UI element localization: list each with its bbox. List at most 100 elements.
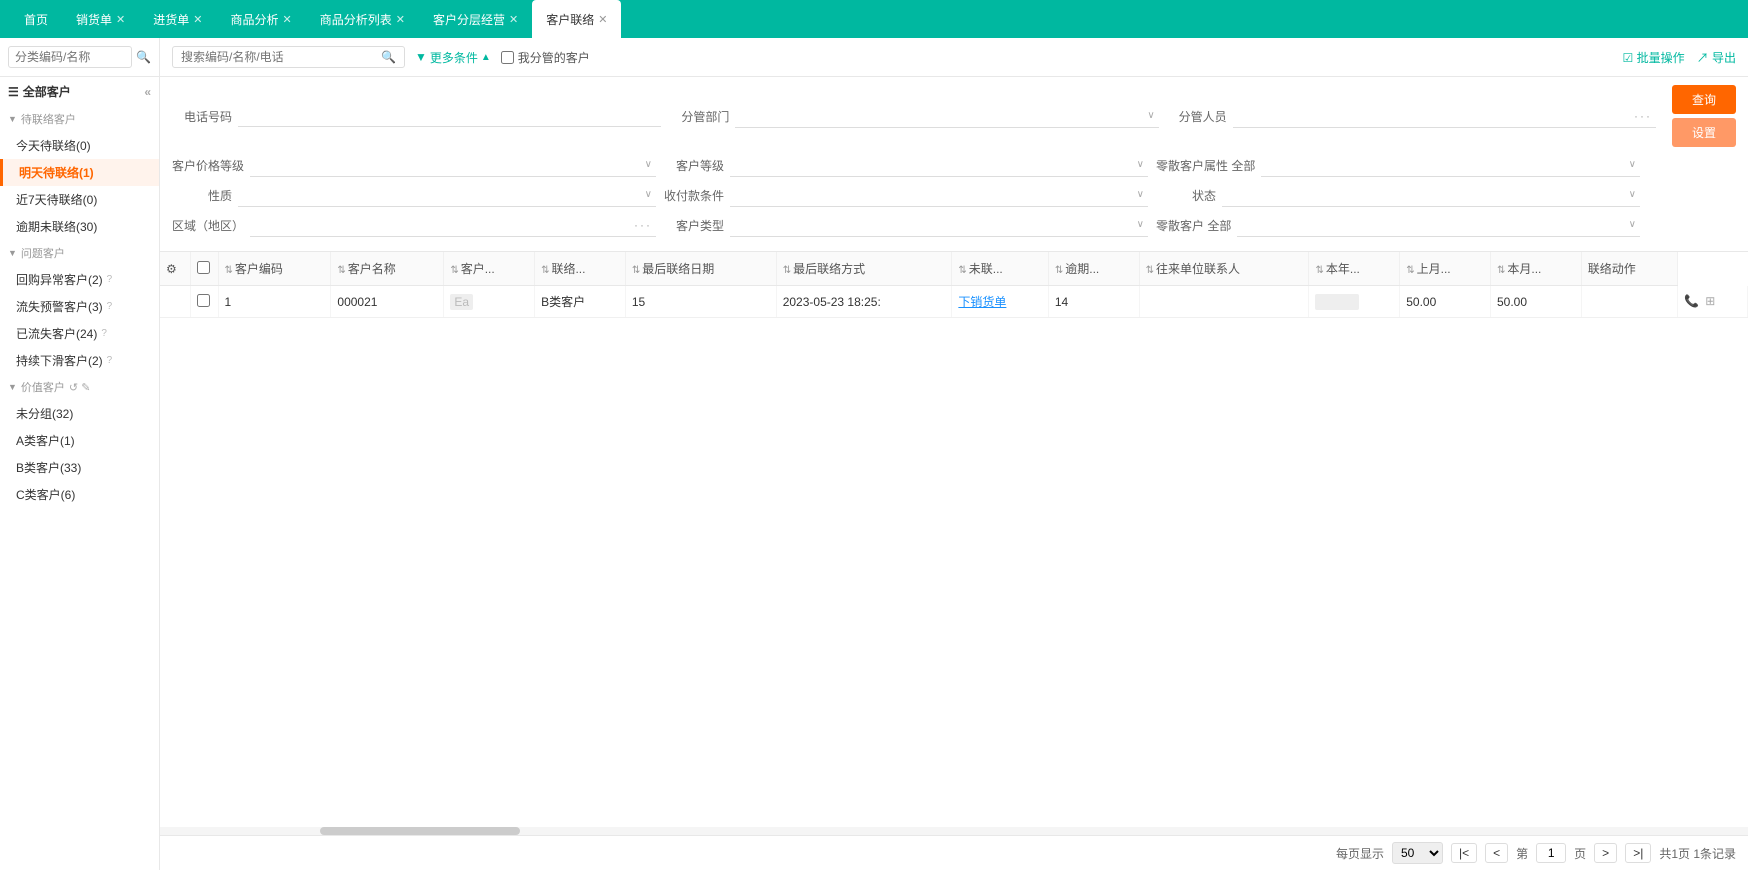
sidebar-item-class-b[interactable]: B类客户(33) xyxy=(0,454,159,481)
col-type: ⇅客户... xyxy=(444,252,535,286)
sidebar-item-overdue[interactable]: 逾期未联络(30) xyxy=(0,213,159,240)
col-action: 联络动作 xyxy=(1581,252,1677,286)
row-checkbox-input[interactable] xyxy=(197,294,210,307)
sparse-attr-select[interactable]: ∨ xyxy=(1261,153,1640,177)
nav-product-analysis[interactable]: 商品分析 ✕ xyxy=(216,0,305,38)
search-input[interactable] xyxy=(181,50,381,64)
close-customer-contact[interactable]: ✕ xyxy=(598,13,607,26)
row-code: 000021 xyxy=(331,286,444,318)
status-chevron-icon: ∨ xyxy=(1629,189,1636,200)
sparse-attr-chevron-icon: ∨ xyxy=(1629,159,1636,170)
nav-customer-contact[interactable]: 客户联络 ✕ xyxy=(532,0,621,38)
phone-input[interactable] xyxy=(238,106,661,127)
sidebar-item-churned[interactable]: 已流失客户(24) ? xyxy=(0,320,159,347)
next-page-button[interactable]: > xyxy=(1594,843,1617,863)
filter-form: 电话号码 分管部门 ∨ 分管人员 ··· xyxy=(160,77,1748,252)
search-icon[interactable]: 🔍 xyxy=(381,50,396,64)
nav-home[interactable]: 首页 xyxy=(10,0,62,38)
right-actions: ☑ 批量操作 ↗ 导出 xyxy=(1623,49,1737,66)
sidebar-item-class-c[interactable]: C类客户(6) xyxy=(0,481,159,508)
help-icon-warning: ? xyxy=(107,301,113,312)
sidebar-search-input[interactable] xyxy=(8,46,132,68)
sparse-customer-select[interactable]: ∨ xyxy=(1237,213,1640,237)
row-checkbox[interactable] xyxy=(190,286,218,318)
action-icon-group: 📞 ⊞ xyxy=(1684,294,1741,308)
nav-purchase-order[interactable]: 进货单 ✕ xyxy=(139,0,216,38)
prev-page-button[interactable]: < xyxy=(1485,843,1508,863)
filter-dept: 分管部门 ∨ xyxy=(669,104,1158,128)
customer-type-select[interactable]: ∨ xyxy=(730,213,1148,237)
select-all-checkbox[interactable] xyxy=(197,261,210,274)
price-grade-label: 客户价格等级 xyxy=(172,157,244,174)
grid-action-icon[interactable]: ⊞ xyxy=(1705,294,1715,308)
query-button[interactable]: 查询 xyxy=(1672,85,1736,114)
filter-row-1: 电话号码 分管部门 ∨ 分管人员 ··· xyxy=(172,85,1736,147)
col-settings[interactable]: ⚙ xyxy=(160,252,190,286)
region-label: 区域（地区） xyxy=(172,217,244,234)
my-customer-checkbox[interactable] xyxy=(501,51,514,64)
per-page-select[interactable]: 50 100 200 xyxy=(1392,842,1443,864)
sidebar-item-today[interactable]: 今天待联络(0) xyxy=(0,132,159,159)
nav-product-analysis-list[interactable]: 商品分析列表 ✕ xyxy=(306,0,419,38)
row-last-month: 50.00 xyxy=(1491,286,1582,318)
close-product-analysis-list[interactable]: ✕ xyxy=(396,13,405,26)
sidebar-collapse-icon[interactable]: « xyxy=(144,85,151,99)
filter-sparse-attr: 零散客户属性 全部 ∨ xyxy=(1156,153,1640,177)
last-page-button[interactable]: >| xyxy=(1625,843,1651,863)
close-product-analysis[interactable]: ✕ xyxy=(283,13,292,26)
col-this-month: ⇅本月... xyxy=(1491,252,1582,286)
search-input-wrap: 🔍 xyxy=(172,46,405,68)
per-page-label: 每页显示 xyxy=(1336,845,1384,862)
payment-select[interactable]: ∨ xyxy=(730,183,1148,207)
sidebar-item-declining[interactable]: 持续下滑客户(2) ? xyxy=(0,347,159,374)
close-purchase-order[interactable]: ✕ xyxy=(193,13,202,26)
close-sales-order[interactable]: ✕ xyxy=(116,13,125,26)
region-select[interactable]: ··· xyxy=(250,213,656,237)
first-page-button[interactable]: |< xyxy=(1451,843,1477,863)
row-action: 📞 ⊞ xyxy=(1678,286,1748,318)
customer-type-label: 客户类型 xyxy=(664,217,724,234)
nav-sales-order[interactable]: 销货单 ✕ xyxy=(62,0,139,38)
scrollbar[interactable] xyxy=(160,827,1748,835)
filter-icon: ▼ xyxy=(415,50,427,64)
manager-select[interactable]: ··· xyxy=(1233,104,1656,128)
sidebar-item-ungrouped[interactable]: 未分组(32) xyxy=(0,400,159,427)
more-filter-button[interactable]: ▼ 更多条件 ▲ xyxy=(415,49,491,66)
page-input[interactable] xyxy=(1536,843,1566,863)
sidebar-group-problem[interactable]: 问题客户 xyxy=(0,240,159,266)
col-checkbox[interactable] xyxy=(190,252,218,286)
filter-phone: 电话号码 xyxy=(172,106,661,127)
page-suffix-label: 页 xyxy=(1574,845,1586,862)
sparse-customer-label: 零散客户 全部 xyxy=(1156,217,1231,234)
customer-grade-select[interactable]: ∨ xyxy=(730,153,1148,177)
sidebar-item-class-a[interactable]: A类客户(1) xyxy=(0,427,159,454)
export-button[interactable]: ↗ 导出 xyxy=(1697,49,1736,66)
sidebar-item-churn-warning[interactable]: 流失预警客户(3) ? xyxy=(0,293,159,320)
status-select[interactable]: ∨ xyxy=(1222,183,1640,207)
phone-action-icon[interactable]: 📞 xyxy=(1684,294,1699,308)
filter-row-2: 客户价格等级 ∨ 客户等级 ∨ 零散客户属性 全部 xyxy=(172,153,1736,177)
nav-customer-tier[interactable]: 客户分层经营 ✕ xyxy=(419,0,532,38)
sidebar-item-7days[interactable]: 近7天待联络(0) xyxy=(0,186,159,213)
sidebar-search-icon[interactable]: 🔍 xyxy=(136,50,151,64)
price-grade-select[interactable]: ∨ xyxy=(250,153,656,177)
batch-action-button[interactable]: ☑ 批量操作 xyxy=(1623,49,1685,66)
sidebar-item-tomorrow[interactable]: 明天待联络(1) xyxy=(0,159,159,186)
col-overdue: ⇅逾期... xyxy=(1048,252,1139,286)
close-customer-tier[interactable]: ✕ xyxy=(509,13,518,26)
row-settings xyxy=(160,286,190,318)
scrollbar-thumb[interactable] xyxy=(320,827,520,835)
dept-select[interactable]: ∨ xyxy=(735,104,1158,128)
sidebar-search-area: 🔍 xyxy=(0,38,159,77)
setting-button[interactable]: 设置 xyxy=(1672,118,1736,147)
nature-select[interactable]: ∨ xyxy=(238,183,656,207)
sidebar-item-abnormal[interactable]: 回购异常客户(2) ? xyxy=(0,266,159,293)
row-last-method[interactable]: 下销货单 xyxy=(952,286,1048,318)
sidebar-group-value[interactable]: 价值客户 ↺ ✎ xyxy=(0,374,159,400)
export-icon: ↗ xyxy=(1697,51,1709,65)
batch-icon: ☑ xyxy=(1623,51,1634,65)
top-navigation: 首页 销货单 ✕ 进货单 ✕ 商品分析 ✕ 商品分析列表 ✕ 客户分层经营 ✕ … xyxy=(0,0,1748,38)
region-dots-icon: ··· xyxy=(634,218,652,232)
sidebar-group-pending[interactable]: 待联络客户 xyxy=(0,106,159,132)
sidebar-all-customers[interactable]: ☰ 全部客户 « xyxy=(0,77,159,106)
